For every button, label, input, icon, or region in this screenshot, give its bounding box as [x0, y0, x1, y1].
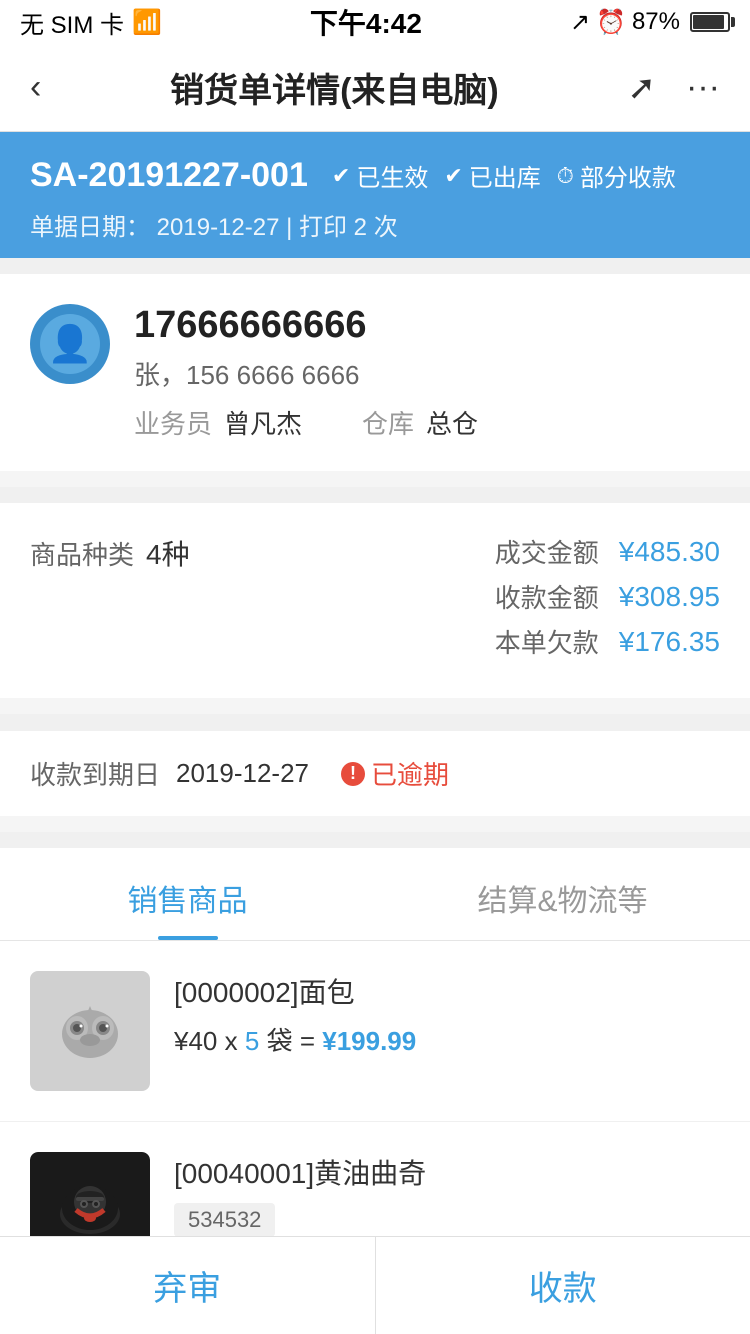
received-amount-row: 收款金额 ¥308.95 — [495, 578, 720, 615]
divider-1 — [0, 258, 750, 274]
cancel-label: 弃审 — [153, 1261, 221, 1310]
price-base-1: ¥40 — [174, 1026, 217, 1056]
summary-left: 商品种类 4种 — [30, 533, 190, 573]
summary-right: 成交金额 ¥485.30 收款金额 ¥308.95 本单欠款 ¥176.35 — [495, 533, 720, 668]
person-icon: 👤 — [48, 323, 93, 365]
cancel-button[interactable]: 弃审 — [0, 1237, 376, 1334]
status-time: 下午4:42 — [310, 2, 422, 42]
divider-3 — [0, 714, 750, 730]
customer-phone: 17666666666 — [134, 304, 720, 347]
status-tag-effective: ✔ 已生效 — [332, 158, 428, 193]
order-id: SA-20191227-001 — [30, 156, 308, 195]
tab-settlement[interactable]: 结算&物流等 — [375, 848, 750, 940]
back-button[interactable]: ‹ — [30, 68, 41, 107]
due-section: 收款到期日 2019-12-27 ! 已逾期 — [0, 730, 750, 816]
salesman-value: 曾凡杰 — [224, 404, 302, 441]
header-band: SA-20191227-001 ✔ 已生效 ✔ 已出库 ⏱ 部分收款 单据日期：… — [0, 132, 750, 258]
confirm-label: 收款 — [529, 1261, 597, 1310]
due-date-value: 2019-12-27 — [176, 758, 309, 789]
print-info: | 打印 2 次 — [286, 214, 398, 241]
customer-contact: 张，156 6666 6666 — [134, 355, 720, 392]
debt-value: ¥176.35 — [619, 626, 720, 658]
equals-1: = — [300, 1026, 322, 1056]
overdue-icon: ! — [341, 762, 365, 786]
status-bar: 无 SIM 卡 📶 下午4:42 ↗ ⏰ 87% — [0, 0, 750, 44]
trading-amount-row: 成交金额 ¥485.30 — [495, 533, 720, 570]
product-types: 商品种类 4种 — [30, 533, 190, 573]
product-types-value: 4种 — [146, 533, 190, 573]
tab-settlement-label: 结算&物流等 — [477, 885, 647, 918]
battery-icon — [690, 12, 730, 32]
status-effective-label: 已生效 — [356, 158, 428, 193]
date-label: 单据日期： — [30, 214, 150, 241]
received-amount-value: ¥308.95 — [619, 581, 720, 613]
status-left: 无 SIM 卡 📶 — [20, 5, 162, 40]
thumb-owl-bg — [30, 971, 150, 1091]
status-tag-partial: ⏱ 部分收款 — [557, 158, 676, 193]
product-name-2: [00040001]黄油曲奇 — [174, 1152, 720, 1192]
tabs-section: 销售商品 结算&物流等 — [0, 848, 750, 941]
carrier-text: 无 SIM 卡 — [20, 5, 124, 40]
received-amount-label: 收款金额 — [495, 578, 599, 615]
bottom-bar: 弃审 收款 — [0, 1236, 750, 1334]
wifi-icon: 📶 — [132, 8, 162, 37]
customer-info: 17666666666 张，156 6666 6666 业务员 曾凡杰 仓库 总… — [134, 304, 720, 441]
check-icon-2: ✔ — [444, 163, 462, 189]
status-tag-shipped: ✔ 已出库 — [444, 158, 540, 193]
debt-amount-row: 本单欠款 ¥176.35 — [495, 623, 720, 660]
product-thumb-1 — [30, 971, 150, 1091]
customer-meta: 业务员 曾凡杰 仓库 总仓 — [134, 404, 720, 441]
warehouse-value: 总仓 — [426, 404, 478, 441]
trading-amount-value: ¥485.30 — [619, 536, 720, 568]
avatar: 👤 — [30, 304, 110, 384]
status-shipped-label: 已出库 — [469, 158, 541, 193]
due-date-label: 收款到期日 — [30, 755, 160, 792]
total-1: ¥199.99 — [322, 1026, 416, 1056]
product-sku-2: 534532 — [174, 1203, 275, 1237]
nav-actions: ➚ ··· — [628, 68, 720, 108]
page-title: 销货单详情(来自电脑) — [170, 63, 499, 112]
product-info-1: [0000002]面包 ¥40 x 5 袋 = ¥199.99 — [174, 971, 720, 1091]
check-icon-1: ✔ — [332, 163, 350, 189]
warehouse-label: 仓库 — [362, 404, 414, 441]
product-item-1: [0000002]面包 ¥40 x 5 袋 = ¥199.99 — [0, 941, 750, 1122]
price-x-1: x — [225, 1026, 245, 1056]
location-icon: ↗ — [570, 8, 590, 37]
salesman-label: 业务员 — [134, 404, 212, 441]
header-band-top: SA-20191227-001 ✔ 已生效 ✔ 已出库 ⏱ 部分收款 — [30, 156, 720, 195]
confirm-button[interactable]: 收款 — [376, 1237, 750, 1334]
summary-section: 商品种类 4种 成交金额 ¥485.30 收款金额 ¥308.95 本单欠款 ¥… — [0, 503, 750, 698]
divider-2 — [0, 487, 750, 503]
nav-bar: ‹ 销货单详情(来自电脑) ➚ ··· — [0, 44, 750, 132]
divider-4 — [0, 832, 750, 848]
product-price-1: ¥40 x 5 袋 = ¥199.99 — [174, 1021, 720, 1058]
unit-1: 袋 — [267, 1026, 293, 1056]
status-partial-label: 部分收款 — [580, 158, 676, 193]
share-icon[interactable]: ➚ — [628, 68, 657, 108]
overdue-badge: ! 已逾期 — [341, 755, 449, 792]
battery-text: 87% — [632, 8, 680, 36]
customer-section: 👤 17666666666 张，156 6666 6666 业务员 曾凡杰 仓库… — [0, 274, 750, 471]
alarm-icon: ⏰ — [596, 8, 626, 37]
more-icon[interactable]: ··· — [686, 68, 720, 107]
product-types-label: 商品种类 — [30, 535, 134, 572]
warehouse-meta: 仓库 总仓 — [362, 404, 478, 441]
avatar-inner: 👤 — [40, 314, 100, 374]
order-date: 2019-12-27 — [157, 214, 280, 241]
tab-sales-label: 销售商品 — [128, 885, 248, 918]
overdue-text: 已逾期 — [371, 755, 449, 792]
product-name-1: [0000002]面包 — [174, 971, 720, 1011]
debt-label: 本单欠款 — [495, 623, 599, 660]
clock-icon: ⏱ — [557, 163, 574, 189]
qty-1: 5 — [245, 1026, 259, 1056]
header-band-sub: 单据日期： 2019-12-27 | 打印 2 次 — [30, 207, 720, 242]
tab-sales-products[interactable]: 销售商品 — [0, 848, 375, 940]
trading-amount-label: 成交金额 — [495, 533, 599, 570]
owl-icon — [55, 996, 125, 1066]
salesman-meta: 业务员 曾凡杰 — [134, 404, 302, 441]
status-right: ↗ ⏰ 87% — [570, 8, 730, 37]
status-tags: ✔ 已生效 ✔ 已出库 ⏱ 部分收款 — [332, 158, 676, 193]
